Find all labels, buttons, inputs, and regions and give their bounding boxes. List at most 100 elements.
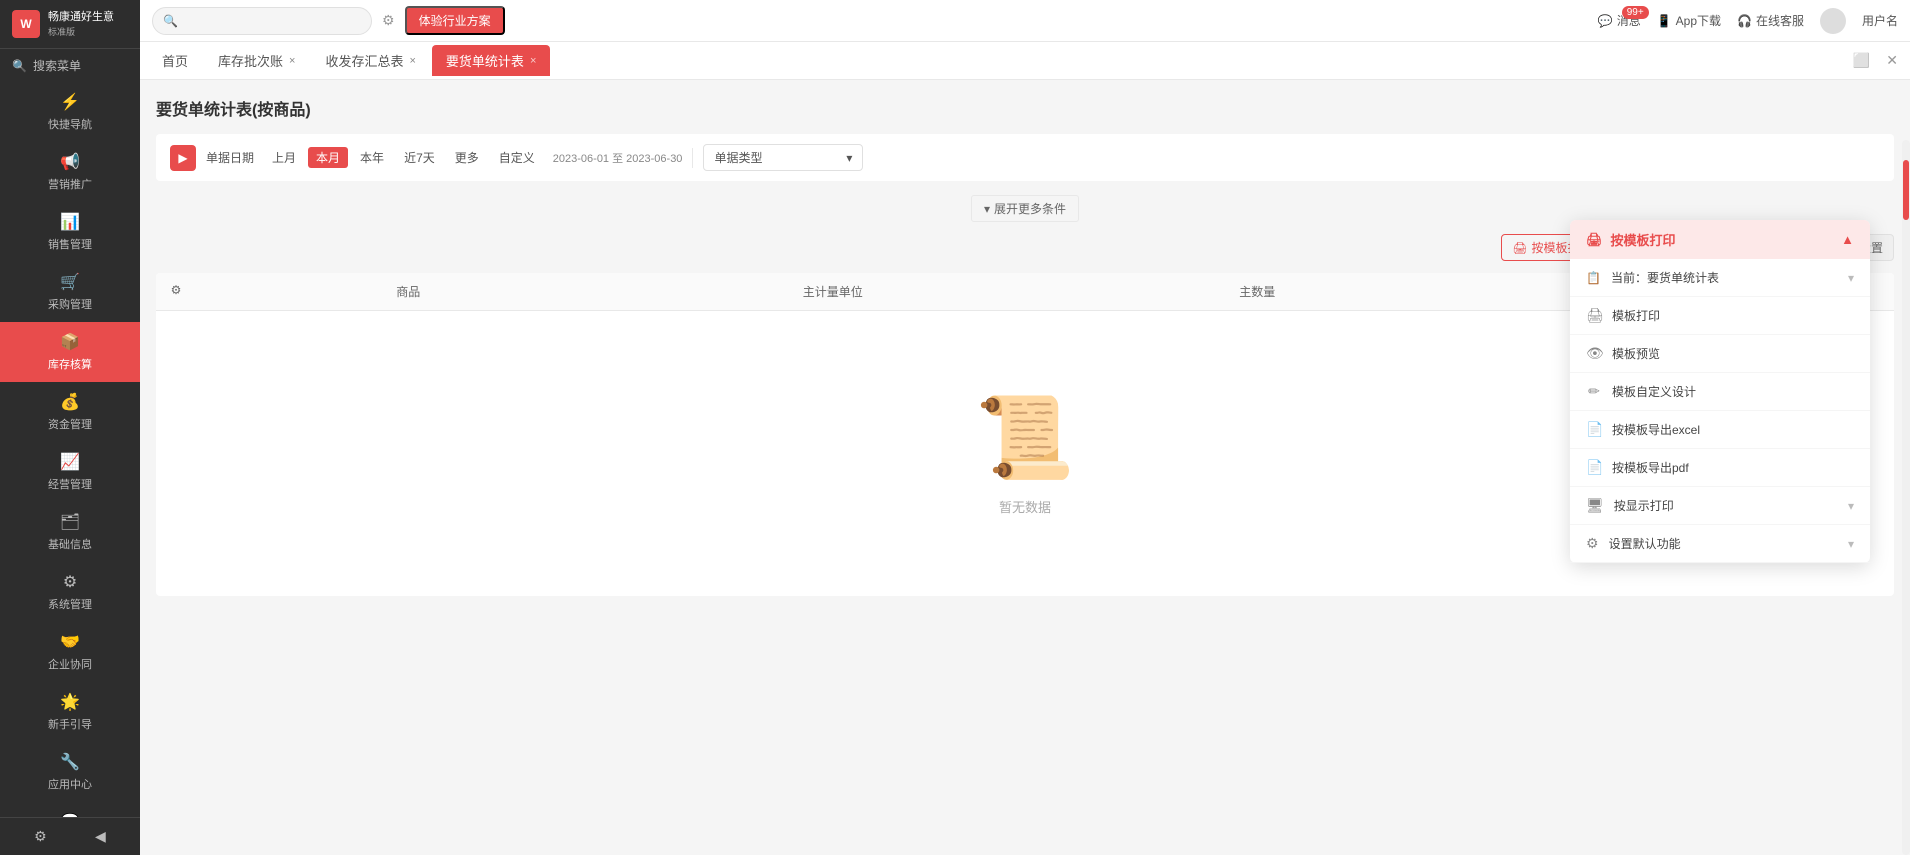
sidebar-search[interactable]: 🔍 搜索菜单 bbox=[0, 49, 140, 82]
type-filter-chevron-icon: ▾ bbox=[846, 151, 852, 165]
tab-label-home: 首页 bbox=[162, 51, 188, 70]
sidebar-item-inventory[interactable]: 📦库存核算 bbox=[0, 322, 140, 382]
tab-receivables[interactable]: 收发存汇总表× bbox=[311, 45, 429, 76]
date-btn-custom[interactable]: 自定义 bbox=[491, 147, 543, 168]
sidebar-label-basics: 基础信息 bbox=[48, 536, 92, 552]
dropdown-current-icon: 📋 bbox=[1586, 271, 1601, 285]
dropdown-template-preview-label: 模板预览 bbox=[1612, 345, 1660, 362]
dropdown-item-export-excel[interactable]: 📄按模板导出excel bbox=[1570, 411, 1870, 449]
date-btn-last-month[interactable]: 上月 bbox=[264, 147, 304, 168]
dropdown-item-export-pdf[interactable]: 📄按模板导出pdf bbox=[1570, 449, 1870, 487]
tab-close-receivables[interactable]: × bbox=[409, 55, 415, 67]
dropdown-export-excel-label: 按模板导出excel bbox=[1612, 421, 1700, 438]
date-btn-more[interactable]: 更多 bbox=[447, 147, 487, 168]
date-btn-current-month[interactable]: 本月 bbox=[308, 147, 348, 168]
sidebar-footer: ⚙ ◀ bbox=[0, 817, 140, 855]
sidebar-item-system[interactable]: ⚙系统管理 bbox=[0, 562, 140, 622]
dropdown-section-default-func[interactable]: ⚙设置默认功能▾ bbox=[1570, 525, 1870, 563]
date-range-display: 2023-06-01 至 2023-06-30 bbox=[553, 150, 683, 166]
promo-button[interactable]: 体验行业方案 bbox=[405, 6, 505, 35]
tab-close-all-icon[interactable]: ✕ bbox=[1882, 48, 1902, 73]
sidebar-label-operation: 经营管理 bbox=[48, 476, 92, 492]
sidebar-item-wechat[interactable]: 💬企业微信 bbox=[0, 802, 140, 817]
dropdown-template-print-label: 模板打印 bbox=[1612, 307, 1660, 324]
sidebar-item-basics[interactable]: 🗂 基础信息 bbox=[0, 502, 140, 562]
dropdown-template-preview-icon: 👁 bbox=[1586, 345, 1602, 362]
tab-close-order-stats[interactable]: × bbox=[530, 55, 536, 67]
online-service-label: 在线客服 bbox=[1756, 12, 1804, 29]
settings-icon[interactable]: ⚙ bbox=[34, 828, 47, 845]
topbar: 🔍 ⚙ 体验行业方案 💬 消息 99+ 📱 App下载 🎧 在线客服 用户名 bbox=[140, 0, 1910, 42]
topbar-gear-icon[interactable]: ⚙ bbox=[382, 12, 395, 29]
expand-more-button[interactable]: ▾ 展开更多条件 bbox=[971, 195, 1079, 222]
sidebar-item-sales[interactable]: 📊销售管理 bbox=[0, 202, 140, 262]
sidebar-label-quick-nav: 快捷导航 bbox=[48, 116, 92, 132]
logo-area: W 畅康通好生意 标准版 bbox=[0, 0, 140, 49]
sidebar-item-appstore[interactable]: 🔧应用中心 bbox=[0, 742, 140, 802]
tab-close-inventory-batch[interactable]: × bbox=[289, 55, 295, 67]
sidebar-label-collab: 企业协同 bbox=[48, 656, 92, 672]
dropdown-current-arrow-icon: ▾ bbox=[1848, 271, 1854, 285]
sidebar-label-marketing: 营销推广 bbox=[48, 176, 92, 192]
sidebar-icon-quick-nav: ⚡ bbox=[60, 92, 80, 112]
user-avatar[interactable] bbox=[1820, 8, 1846, 34]
tab-order-stats[interactable]: 要货单统计表 × bbox=[432, 45, 550, 76]
tab-label-order-stats: 要货单统计表 bbox=[446, 51, 524, 70]
sidebar-item-finance[interactable]: 💰资金管理 bbox=[0, 382, 140, 442]
sidebar-search-label: 搜索菜单 bbox=[33, 57, 81, 74]
logo-icon: W bbox=[12, 10, 40, 38]
sidebar-icon-guide: 🌟 bbox=[60, 692, 80, 712]
online-service-icon: 🎧 bbox=[1737, 14, 1752, 28]
empty-illustration: 📜 bbox=[975, 391, 1075, 485]
app-download-button[interactable]: 📱 App下载 bbox=[1657, 12, 1721, 29]
tabs-bar: 首页库存批次账×收发存汇总表×要货单统计表× ⬜ ✕ bbox=[140, 42, 1910, 80]
date-btn-last-7[interactable]: 近7天 bbox=[396, 147, 443, 168]
sidebar-icon-operation: 📈 bbox=[60, 452, 80, 472]
tab-label-inventory-batch: 库存批次账 bbox=[218, 51, 283, 70]
topbar-right: 💬 消息 99+ 📱 App下载 🎧 在线客服 用户名 bbox=[1598, 8, 1898, 34]
tab-inventory-batch[interactable]: 库存批次账 × bbox=[204, 45, 309, 76]
sidebar-icon-marketing: 📢 bbox=[60, 152, 80, 172]
dropdown-current-label: 当前：要货单统计表 bbox=[1611, 269, 1719, 286]
date-btn-current-year[interactable]: 本年 bbox=[352, 147, 392, 168]
sidebar-item-collab[interactable]: 🤝企业协同 bbox=[0, 622, 140, 682]
sidebar-label-inventory: 库存核算 bbox=[48, 356, 92, 372]
topbar-search[interactable]: 🔍 bbox=[152, 7, 372, 35]
dropdown-section-display-print[interactable]: 🖥按显示打印▾ bbox=[1570, 487, 1870, 525]
dropdown-print-icon: 🖨 bbox=[1586, 232, 1603, 248]
dropdown-collapse-icon[interactable]: ▲ bbox=[1841, 232, 1854, 247]
scrollbar-thumb[interactable] bbox=[1903, 160, 1909, 220]
dropdown-item-template-preview[interactable]: 👁 模板预览 bbox=[1570, 335, 1870, 373]
page-scrollbar[interactable] bbox=[1902, 140, 1910, 855]
tab-home[interactable]: 首页 bbox=[148, 45, 202, 76]
sidebar-icon-basics: 🗂 bbox=[60, 512, 80, 532]
dropdown-sec-default-func-label: 设置默认功能 bbox=[1609, 535, 1681, 552]
page-title: 要货单统计表(按商品) bbox=[156, 96, 1894, 120]
type-filter-select[interactable]: 单据类型 ▾ bbox=[703, 144, 863, 171]
sidebar-item-quick-nav[interactable]: ⚡ 快捷导航 bbox=[0, 82, 140, 142]
sidebar-icon-finance: 💰 bbox=[60, 392, 80, 412]
sidebar-item-marketing[interactable]: 📢 营销推广 bbox=[0, 142, 140, 202]
empty-text: 暂无数据 bbox=[999, 497, 1051, 516]
dropdown-sec-display-print-icon: 🖥 bbox=[1586, 497, 1604, 514]
dropdown-template-design-icon: ✏ bbox=[1586, 383, 1602, 400]
tab-maximize-icon[interactable]: ⬜ bbox=[1849, 48, 1874, 73]
online-service-button[interactable]: 🎧 在线客服 bbox=[1737, 12, 1804, 29]
sidebar-nav: ⚡ 快捷导航 📢 营销推广 📊销售管理 🛒 采购管理 📦库存核算💰资金管理 📈 经营管理 🗂 基础信息… bbox=[0, 82, 140, 817]
message-button[interactable]: 💬 消息 99+ bbox=[1598, 12, 1641, 29]
dropdown-title: 按模板打印 bbox=[1611, 230, 1676, 249]
dropdown-item-template-print[interactable]: 🖨模板打印 bbox=[1570, 297, 1870, 335]
sidebar-icon-purchase: 🛒 bbox=[60, 272, 80, 292]
collapse-icon[interactable]: ◀ bbox=[95, 828, 106, 845]
topbar-search-icon: 🔍 bbox=[163, 14, 178, 28]
dropdown-current-template[interactable]: 📋 当前：要货单统计表 ▾ bbox=[1570, 259, 1870, 297]
sidebar-item-purchase[interactable]: 🛒 采购管理 bbox=[0, 262, 140, 322]
sidebar-label-purchase: 采购管理 bbox=[48, 296, 92, 312]
dropdown-header: 🖨 按模板打印 ▲ bbox=[1570, 220, 1870, 259]
sidebar-label-sales: 销售管理 bbox=[48, 236, 92, 252]
sidebar-item-operation[interactable]: 📈 经营管理 bbox=[0, 442, 140, 502]
message-badge: 99+ bbox=[1622, 6, 1649, 19]
dropdown-item-template-design[interactable]: ✏模板自定义设计 bbox=[1570, 373, 1870, 411]
filter-expand-button[interactable]: ▶ bbox=[170, 145, 196, 171]
sidebar-item-guide[interactable]: 🌟新手引导 bbox=[0, 682, 140, 742]
